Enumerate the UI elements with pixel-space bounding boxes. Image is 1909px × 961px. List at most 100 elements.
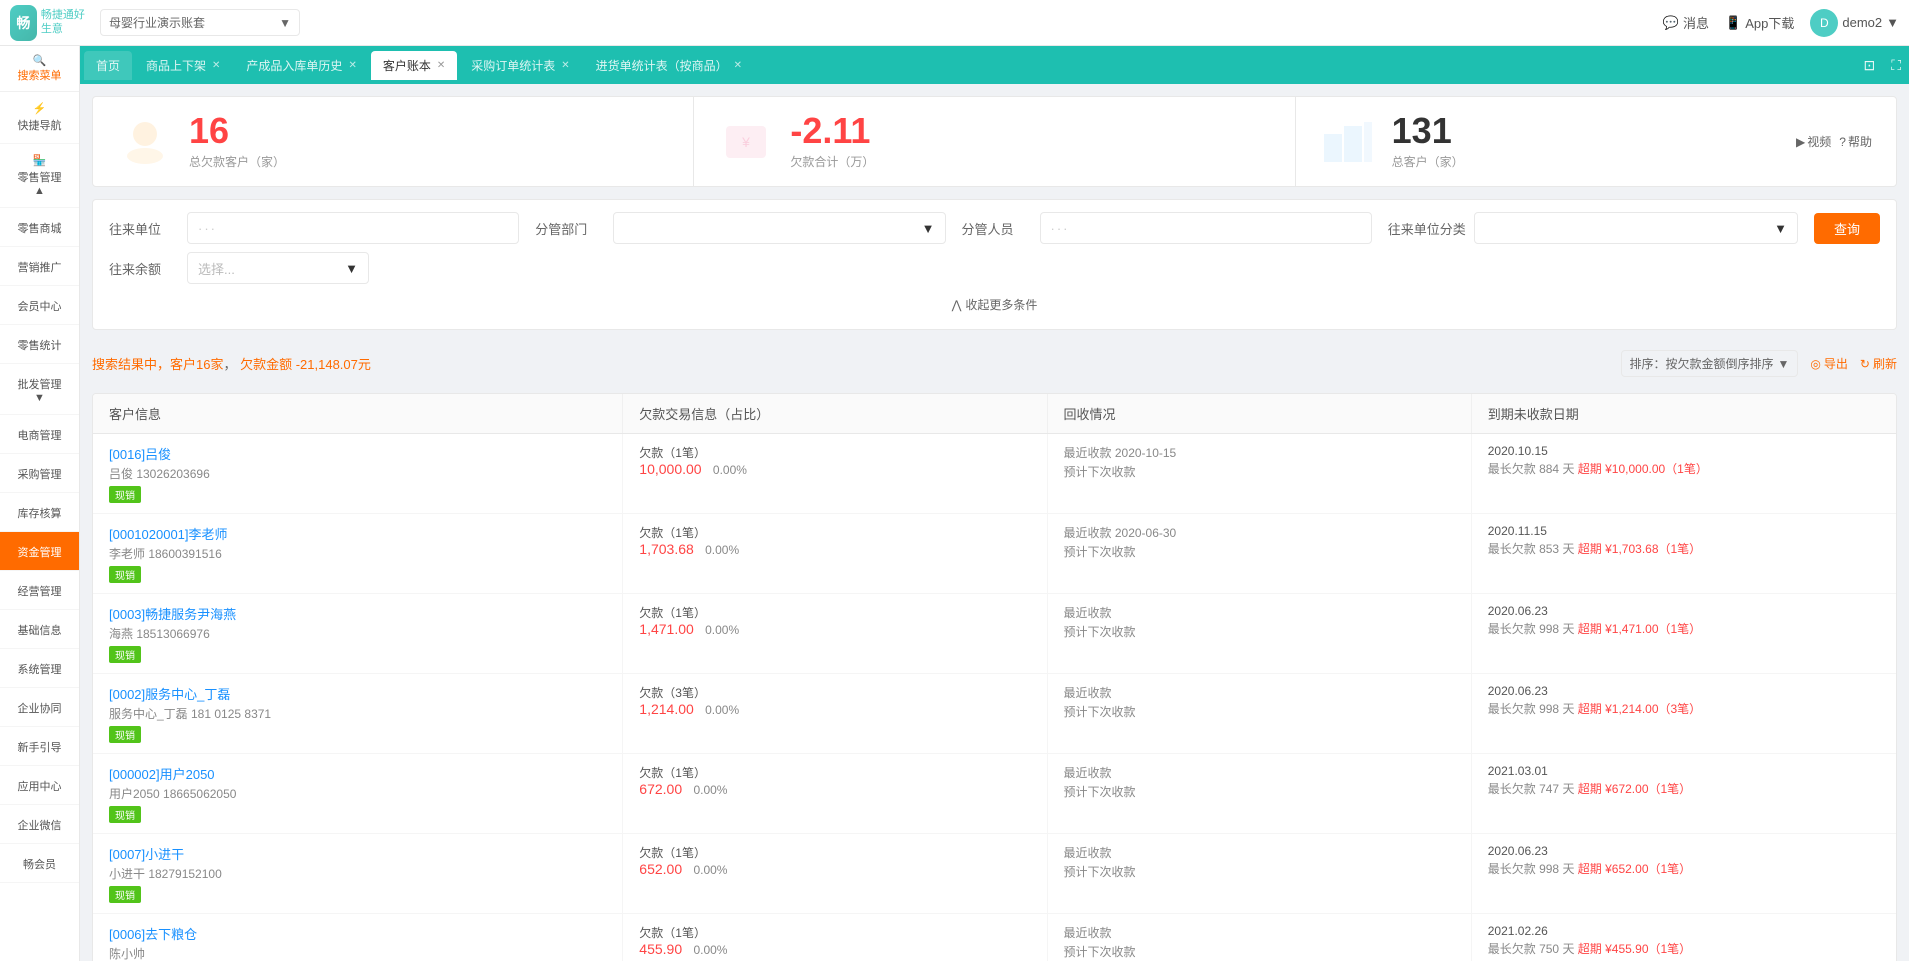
last-collection: 最近收款 [1064,764,1455,781]
td-customer-info: [000002]用户2050 用户2050 18665062050 现销 [93,754,623,833]
app-download-btn[interactable]: 📱 App下载 [1725,13,1794,32]
customer-name-link[interactable]: [0001020001]李老师 [109,527,228,542]
overdue-link[interactable]: 超期 ¥10,000.00（1笔） [1578,462,1708,476]
sidebar-item-retail-stats[interactable]: 零售统计 [0,325,79,364]
tab-home[interactable]: 首页 [84,51,132,80]
overdue-days: 最长欠款 750 天 超期 ¥455.90（1笔） [1488,940,1880,957]
sidebar-item-retail-store[interactable]: 零售商城 [0,208,79,247]
sidebar-item-basic-info[interactable]: 基础信息 [0,610,79,649]
due-date: 2020.06.23 [1488,684,1880,698]
customer-name-link[interactable]: [0002]服务中心_丁磊 [109,687,230,702]
message-btn[interactable]: 💬 消息 [1663,13,1709,32]
td-due-date: 2020.10.15 最长欠款 884 天 超期 ¥10,000.00（1笔） [1472,434,1896,513]
customer-name-link[interactable]: [0007]小进干 [109,847,184,862]
top-bar: 畅 畅捷通好生意 母婴行业演示账套 ▼ 💬 消息 📱 App下载 D demo2… [0,0,1909,46]
refresh-btn[interactable]: ↻ 刷新 [1860,355,1897,372]
next-collection: 预计下次收款 [1064,543,1455,560]
td-debt-info: 欠款（1笔） 1,703.68 0.00% [623,514,1047,593]
sidebar-item-marketing[interactable]: 营销推广 [0,247,79,286]
overdue-link[interactable]: 超期 ¥455.90（1笔） [1578,942,1691,956]
tab-purchase-order-stats[interactable]: 采购订单统计表 ✕ [459,51,581,80]
table-row: [0007]小进干 小进干 18279152100 现销 欠款（1笔） 652.… [93,834,1896,914]
due-date: 2020.06.23 [1488,604,1880,618]
tab-close-customer-account[interactable]: ✕ [437,60,445,71]
overdue-link[interactable]: 超期 ¥1,471.00（1笔） [1578,622,1701,636]
td-recovery: 最近收款 2020-06-30 预计下次收款 [1048,514,1472,593]
overdue-days: 最长欠款 998 天 超期 ¥1,214.00（3笔） [1488,700,1880,717]
sidebar-item-enterprise[interactable]: 企业协同 [0,688,79,727]
td-debt-info: 欠款（1笔） 652.00 0.00% [623,834,1047,913]
last-collection: 最近收款 2020-06-30 [1064,524,1455,541]
person-input[interactable]: ··· [1040,212,1372,244]
overdue-link[interactable]: 超期 ¥1,703.68（1笔） [1578,542,1701,556]
tab-close-purchase-order-stats[interactable]: ✕ [561,60,569,71]
view-video-btn[interactable]: ▶ 视频 [1796,133,1831,150]
table-container: 客户信息 欠款交易信息（占比） 回收情况 到期未收款日期 [0016]吕俊 吕俊… [92,393,1897,961]
sort-select[interactable]: 排序：按欠款金额倒序排序 ▼ [1621,350,1799,377]
company-selector[interactable]: 母婴行业演示账套 ▼ [100,9,300,36]
export-btn[interactable]: ◎ 导出 [1810,355,1848,372]
category-input[interactable]: ▼ [1474,212,1798,244]
svg-text:¥: ¥ [741,134,750,150]
debt-ratio: 0.00% [693,943,727,957]
dept-input[interactable]: ▼ [613,212,945,244]
balance-input[interactable]: 选择... ▼ [187,252,369,284]
tab-close-production-history[interactable]: ✕ [348,60,356,71]
sidebar-item-retail-mgmt[interactable]: 🏪 零售管理 ▲ [0,144,79,208]
sidebar-item-quick-nav[interactable]: ⚡ 快捷导航 [0,92,79,144]
debt-ratio: 0.00% [713,463,747,477]
collapse-filter-btn[interactable]: ⋀ 收起更多条件 [109,292,1880,317]
supplier-input[interactable]: ··· [187,212,519,244]
person-label: 分管人员 [962,219,1032,238]
tab-close-incoming-stats[interactable]: ✕ [734,60,742,71]
tab-products-offline[interactable]: 商品上下架 ✕ [134,51,232,80]
tab-incoming-stats[interactable]: 进货单统计表（按商品） ✕ [584,51,754,80]
sidebar-item-members[interactable]: 会员中心 [0,286,79,325]
tab-customer-account[interactable]: 客户账本 ✕ [371,51,457,80]
next-collection: 预计下次收款 [1064,703,1455,720]
debtors-label: 总欠款客户（家） [189,153,669,170]
customer-name-link[interactable]: [000002]用户2050 [109,767,215,782]
user-menu[interactable]: D demo2 ▼ [1810,9,1899,37]
sidebar-item-newbie[interactable]: 新手引导 [0,727,79,766]
search-button[interactable]: 查询 [1814,213,1880,244]
refresh-icon: ↻ [1860,357,1870,371]
sidebar-item-chang-member[interactable]: 畅会员 [0,844,79,883]
customer-name-link[interactable]: [0006]去下粮仓 [109,927,197,942]
overdue-link[interactable]: 超期 ¥672.00（1笔） [1578,782,1691,796]
tab-close-products-offline[interactable]: ✕ [212,60,220,71]
help-btn[interactable]: ? 帮助 [1839,133,1872,150]
debt-amount: 1,214.00 [639,701,694,717]
top-right: 💬 消息 📱 App下载 D demo2 ▼ [1663,9,1899,37]
td-customer-info: [0002]服务中心_丁磊 服务中心_丁磊 181 0125 8371 现销 [93,674,623,753]
td-due-date: 2020.06.23 最长欠款 998 天 超期 ¥1,471.00（1笔） [1472,594,1896,673]
sidebar-item-app-center[interactable]: 应用中心 [0,766,79,805]
th-debt-info: 欠款交易信息（占比） [623,394,1047,433]
overdue-link[interactable]: 超期 ¥1,214.00（3笔） [1578,702,1701,716]
sidebar-item-inventory[interactable]: 库存核算 [0,493,79,532]
sidebar-search[interactable]: 🔍 搜索菜单 [0,46,79,92]
customer-tag: 现销 [109,806,141,823]
sidebar-item-capital[interactable]: 资金管理 [0,532,79,571]
overdue-link[interactable]: 超期 ¥652.00（1笔） [1578,862,1691,876]
customer-phone: 陈小帅 [109,945,606,961]
results-info: 搜索结果中，客户16家， 欠款金额 -21,148.07元 [92,354,371,373]
sidebar-item-batch-mgmt[interactable]: 批发管理 ▼ [0,364,79,415]
customer-phone: 李老师 18600391516 [109,545,606,562]
overdue-days: 最长欠款 884 天 超期 ¥10,000.00（1笔） [1488,460,1880,477]
sidebar-item-operations[interactable]: 经营管理 [0,571,79,610]
last-collection: 最近收款 [1064,844,1455,861]
debt-amount: 652.00 [639,861,682,877]
logo-area: 畅 畅捷通好生意 [10,5,90,41]
sidebar-item-ecommerce[interactable]: 电商管理 [0,415,79,454]
tabs-expand-btn[interactable]: ⛶ [1887,55,1905,76]
tab-production-history[interactable]: 产成品入库单历史 ✕ [234,51,368,80]
sidebar-item-system[interactable]: 系统管理 [0,649,79,688]
tabs-restore-btn[interactable]: ⊡ [1859,55,1879,76]
customer-name-link[interactable]: [0016]吕俊 [109,447,171,462]
td-customer-info: [0006]去下粮仓 陈小帅 现销 [93,914,623,961]
th-due-date: 到期未收款日期 [1472,394,1896,433]
sidebar-item-wechat[interactable]: 企业微信 [0,805,79,844]
customer-name-link[interactable]: [0003]畅捷服务尹海燕 [109,607,236,622]
sidebar-item-purchase[interactable]: 采购管理 [0,454,79,493]
